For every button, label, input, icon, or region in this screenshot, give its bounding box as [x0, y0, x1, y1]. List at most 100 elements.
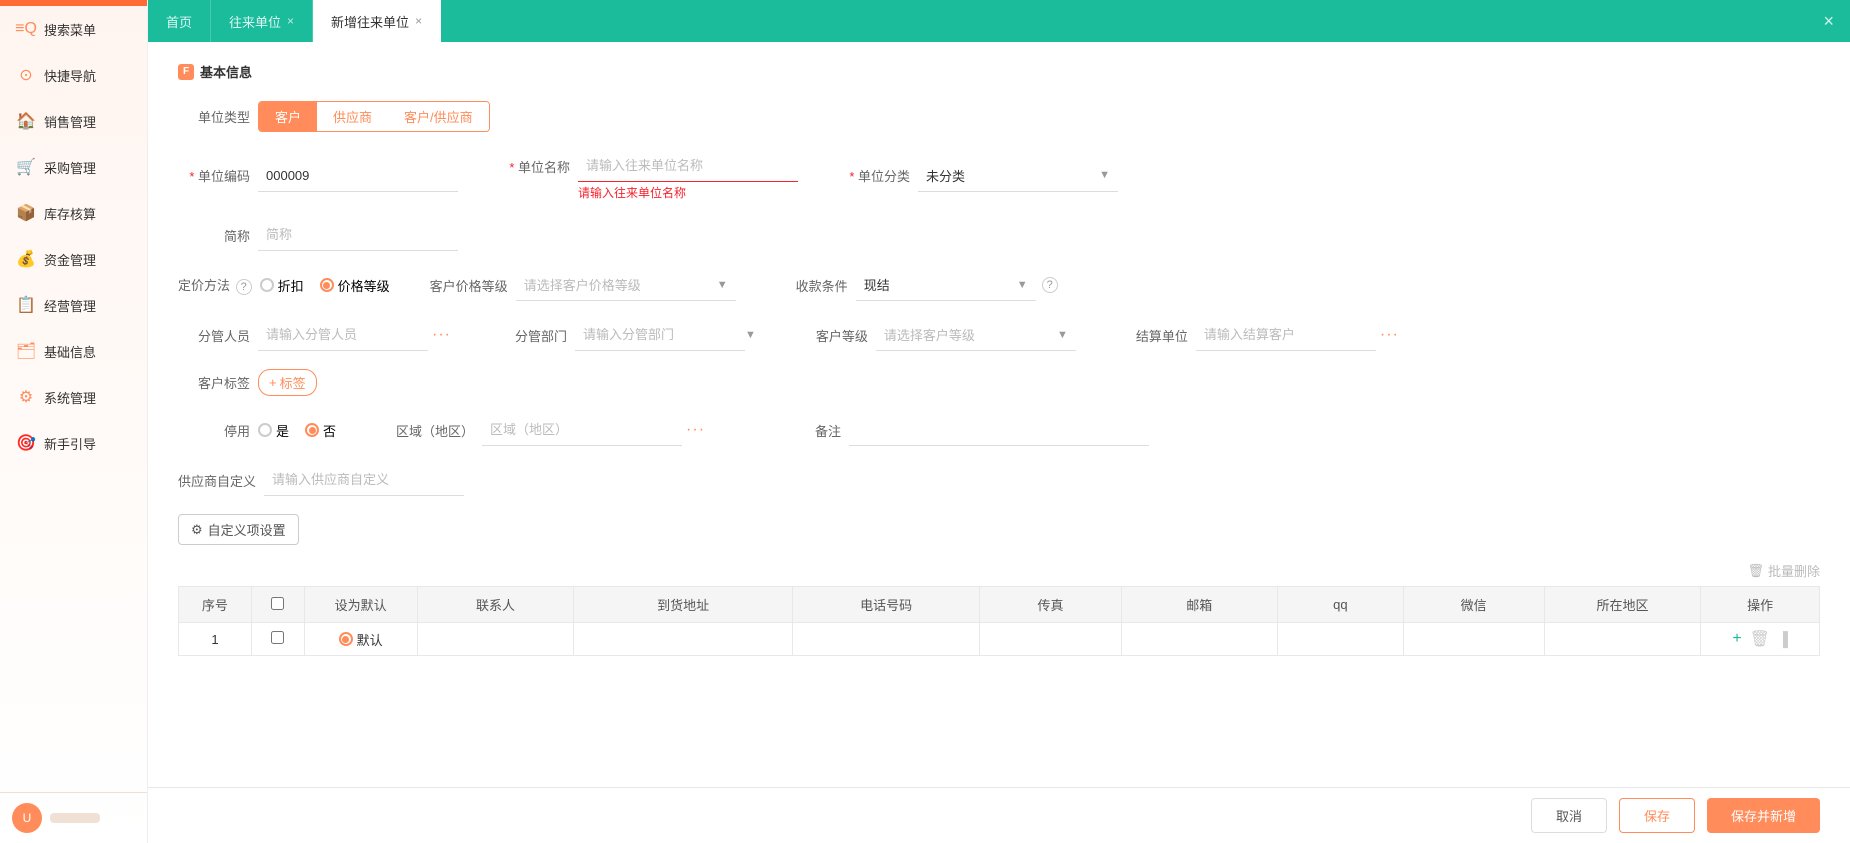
save-new-button[interactable]: 保存并新增	[1707, 798, 1820, 833]
sidebar-item-sales[interactable]: 🏠 销售管理	[0, 98, 147, 144]
unit-name-input[interactable]	[578, 150, 798, 182]
radio-price-level[interactable]: 价格等级	[320, 276, 390, 295]
sidebar-item-purchase[interactable]: 🛒 采购管理	[0, 144, 147, 190]
td-phone[interactable]	[792, 623, 980, 656]
main-area: 首页 往来单位 × 新增往来单位 × × F 基本信息 单位类型 客户 供应商 …	[148, 0, 1850, 843]
table-section: 🗑 批量删除 序号 设为默认 联系人 到货地址 电话号码 传真 邮箱 qq	[178, 561, 1820, 656]
phone-input[interactable]	[836, 632, 936, 647]
select-all-checkbox[interactable]	[271, 597, 284, 610]
type-btn-supplier[interactable]: 供应商	[317, 102, 388, 131]
row-checkbox[interactable]	[271, 631, 284, 644]
region-row-input[interactable]	[1582, 632, 1662, 647]
region-input[interactable]	[482, 414, 682, 446]
custom-settings-btn[interactable]: ⚙ 自定义项设置	[178, 514, 299, 545]
customer-tag-row: 客户标签 + 标签	[178, 369, 1820, 396]
pricing-help-icon[interactable]: ?	[236, 279, 252, 295]
tab-home[interactable]: 首页	[148, 0, 211, 42]
type-btn-both[interactable]: 客户/供应商	[388, 102, 489, 131]
customer-level-select[interactable]: 请选择客户等级 ▼	[876, 319, 1076, 351]
region-more-icon[interactable]: ···	[682, 421, 709, 439]
sidebar-item-finance[interactable]: 💰 资金管理	[0, 236, 147, 282]
sidebar-item-label: 资金管理	[44, 250, 96, 269]
radio-discount[interactable]: 折扣	[260, 276, 304, 295]
cart-icon: 🛒	[16, 157, 36, 177]
chevron-down-icon2: ▼	[717, 279, 728, 291]
sidebar-item-inventory[interactable]: 📦 库存核算	[0, 190, 147, 236]
gear-icon2: ⚙	[191, 522, 203, 538]
sidebar-item-operations[interactable]: 📋 经营管理	[0, 282, 147, 328]
payment-help-icon[interactable]: ?	[1042, 277, 1058, 293]
type-btn-customer[interactable]: 客户	[259, 102, 317, 131]
unit-category-select[interactable]: 未分类 ▼	[918, 160, 1118, 192]
sidebar-item-quicknav[interactable]: ⊙ 快捷导航	[0, 52, 147, 98]
th-region: 所在地区	[1544, 587, 1701, 623]
scroll-handle[interactable]: ▐	[1778, 631, 1788, 647]
qq-input[interactable]	[1310, 632, 1370, 647]
td-fax[interactable]	[980, 623, 1121, 656]
td-qq[interactable]	[1278, 623, 1404, 656]
tab-contacts-close[interactable]: ×	[287, 14, 294, 28]
th-actions: 操作	[1701, 587, 1820, 623]
gear-icon: ⚙	[16, 387, 36, 407]
radio-yes-circle	[258, 423, 272, 437]
bulk-delete-btn[interactable]: 🗑 批量删除	[178, 561, 1820, 580]
td-wechat[interactable]	[1403, 623, 1544, 656]
customer-price-placeholder: 请选择客户价格等级	[524, 275, 713, 294]
row-add-btn[interactable]: +	[1732, 630, 1741, 648]
radio-no-circle	[305, 423, 319, 437]
window-close-btn[interactable]: ×	[1807, 0, 1850, 42]
settlement-more-icon[interactable]: ···	[1376, 326, 1403, 344]
contact-input[interactable]	[456, 632, 536, 647]
add-tag-label: 标签	[280, 373, 306, 392]
address-input[interactable]	[623, 632, 743, 647]
remark-input[interactable]	[849, 414, 1149, 446]
tab-new-contact-close[interactable]: ×	[415, 14, 422, 28]
unit-category-value: 未分类	[926, 166, 1095, 185]
short-name-input[interactable]	[258, 219, 458, 251]
row-delete-btn[interactable]: 🗑	[1750, 629, 1770, 649]
radio-no[interactable]: 否	[305, 421, 336, 440]
unit-type-label: 单位类型	[178, 107, 258, 126]
custom-settings-label: 自定义项设置	[208, 520, 286, 539]
target-icon: 🎯	[16, 433, 36, 453]
bulk-delete-label: 批量删除	[1768, 561, 1820, 580]
department-input[interactable]	[575, 319, 745, 351]
supplier-custom-input[interactable]	[264, 464, 464, 496]
add-tag-btn[interactable]: + 标签	[258, 369, 317, 396]
tab-new-contact-label: 新增往来单位	[331, 12, 409, 31]
radio-price-level-circle	[320, 278, 334, 292]
sidebar-item-search[interactable]: ≡Q 搜索菜单	[0, 6, 147, 52]
td-contact[interactable]	[417, 623, 574, 656]
tab-contacts-label: 往来单位	[229, 12, 281, 31]
td-address[interactable]	[574, 623, 793, 656]
sidebar-item-label: 经营管理	[44, 296, 96, 315]
save-button[interactable]: 保存	[1619, 798, 1695, 833]
radio-default[interactable]: 默认	[315, 630, 407, 649]
td-region[interactable]	[1544, 623, 1701, 656]
sidebar-item-newguide[interactable]: 🎯 新手引导	[0, 420, 147, 466]
customer-price-level-select[interactable]: 请选择客户价格等级 ▼	[516, 269, 736, 301]
wechat-input[interactable]	[1439, 632, 1509, 647]
manager-input[interactable]	[258, 319, 428, 351]
sidebar-item-system[interactable]: ⚙ 系统管理	[0, 374, 147, 420]
section-title-icon: F	[178, 64, 194, 80]
unit-code-input[interactable]	[258, 160, 458, 192]
unit-code-name-row: 单位编码 单位名称 请输入往来单位名称 单位分类 未分类 ▼	[178, 150, 1820, 201]
payment-terms-select[interactable]: 现结 ▼	[856, 269, 1036, 301]
tab-contacts[interactable]: 往来单位 ×	[211, 0, 313, 42]
radio-yes[interactable]: 是	[258, 421, 289, 440]
department-select[interactable]: ▼	[745, 319, 756, 351]
form-footer: 取消 保存 保存并新增	[148, 787, 1850, 843]
sidebar-item-basic[interactable]: 🗂 基础信息	[0, 328, 147, 374]
section-title-text: 基本信息	[200, 62, 252, 81]
settlement-unit-input[interactable]	[1196, 319, 1376, 351]
payment-terms-value: 现结	[864, 275, 1013, 294]
tab-new-contact[interactable]: 新增往来单位 ×	[313, 0, 441, 42]
th-fax: 传真	[980, 587, 1121, 623]
fax-input[interactable]	[1015, 632, 1085, 647]
td-email[interactable]	[1121, 623, 1278, 656]
manager-more-icon[interactable]: ···	[428, 326, 455, 344]
cancel-button[interactable]: 取消	[1531, 798, 1607, 833]
email-input[interactable]	[1159, 632, 1239, 647]
th-phone: 电话号码	[792, 587, 980, 623]
